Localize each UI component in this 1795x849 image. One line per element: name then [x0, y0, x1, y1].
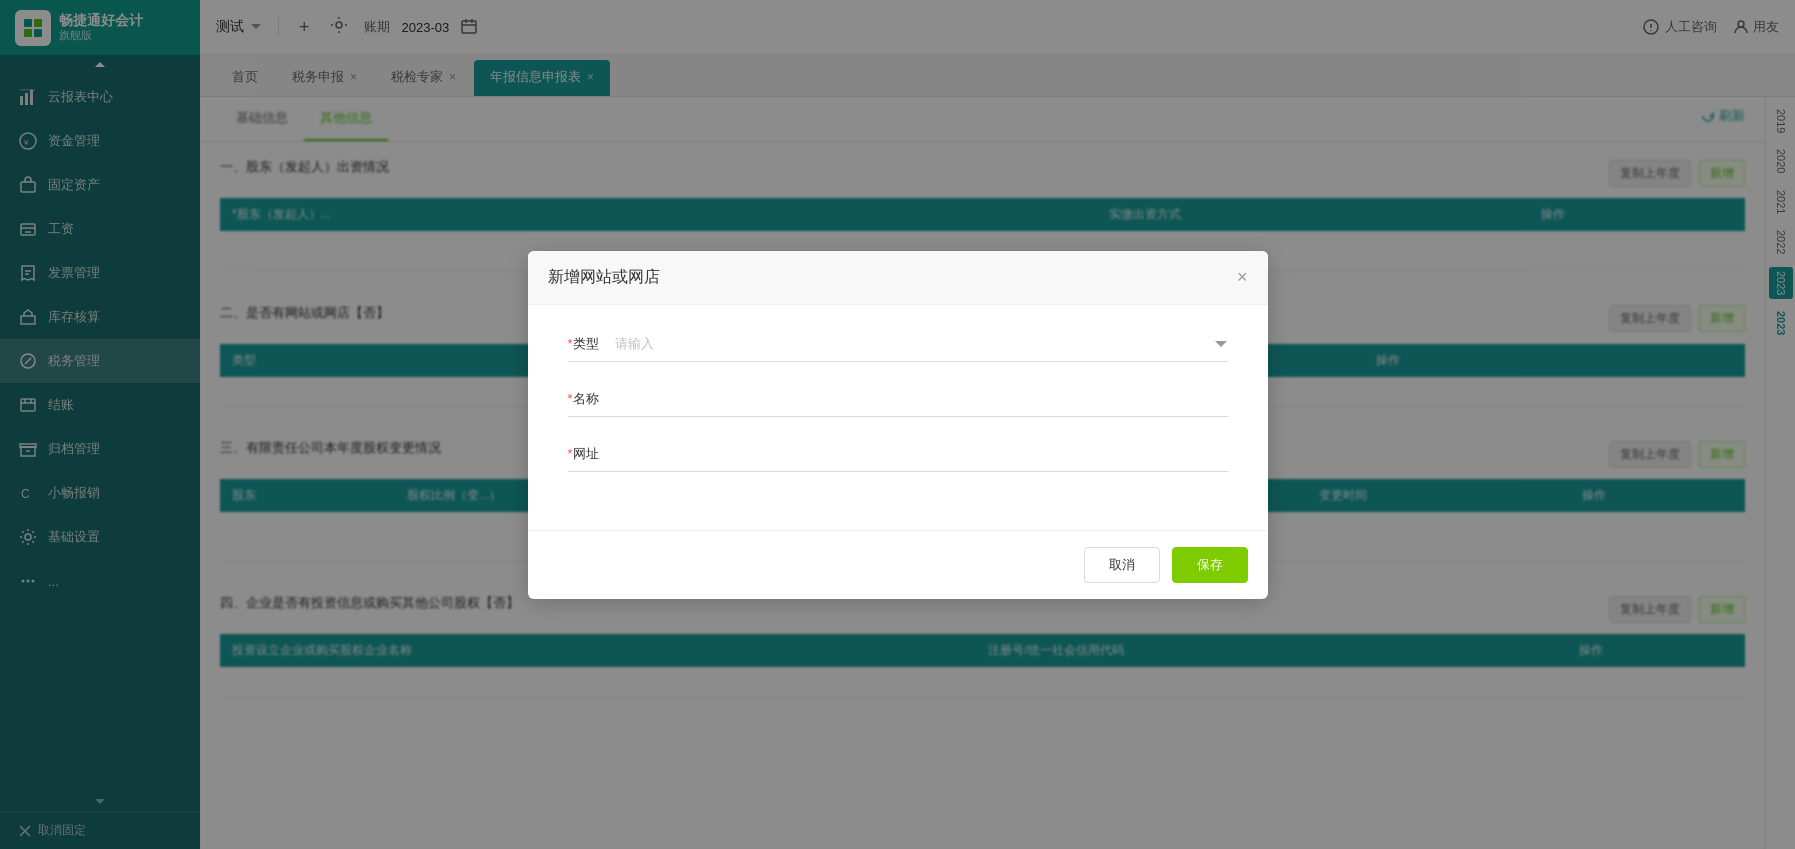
modal-add-website: 新增网站或网店 × *类型 *名称 — [528, 251, 1268, 599]
save-btn[interactable]: 保存 — [1172, 547, 1248, 583]
modal-body: *类型 *名称 — [528, 305, 1268, 530]
type-label: *类型 — [568, 335, 599, 353]
url-label: *网址 — [568, 445, 599, 463]
url-input[interactable] — [607, 446, 1228, 461]
modal-close-btn[interactable]: × — [1237, 267, 1248, 288]
form-row-type: *类型 — [568, 335, 1228, 362]
type-input[interactable] — [607, 336, 1206, 351]
modal-overlay[interactable]: 新增网站或网店 × *类型 *名称 — [0, 0, 1795, 849]
name-input[interactable] — [607, 391, 1228, 406]
name-field-row: *名称 — [568, 390, 1228, 417]
modal-title: 新增网站或网店 — [548, 267, 660, 288]
form-row-name: *名称 — [568, 390, 1228, 417]
modal-header: 新增网站或网店 × — [528, 251, 1268, 305]
cancel-btn[interactable]: 取消 — [1084, 547, 1160, 583]
type-field-row: *类型 — [568, 335, 1228, 362]
form-row-url: *网址 — [568, 445, 1228, 472]
url-field-row: *网址 — [568, 445, 1228, 472]
dropdown-arrow-icon — [1214, 336, 1228, 352]
modal-footer: 取消 保存 — [528, 530, 1268, 599]
name-label: *名称 — [568, 390, 599, 408]
